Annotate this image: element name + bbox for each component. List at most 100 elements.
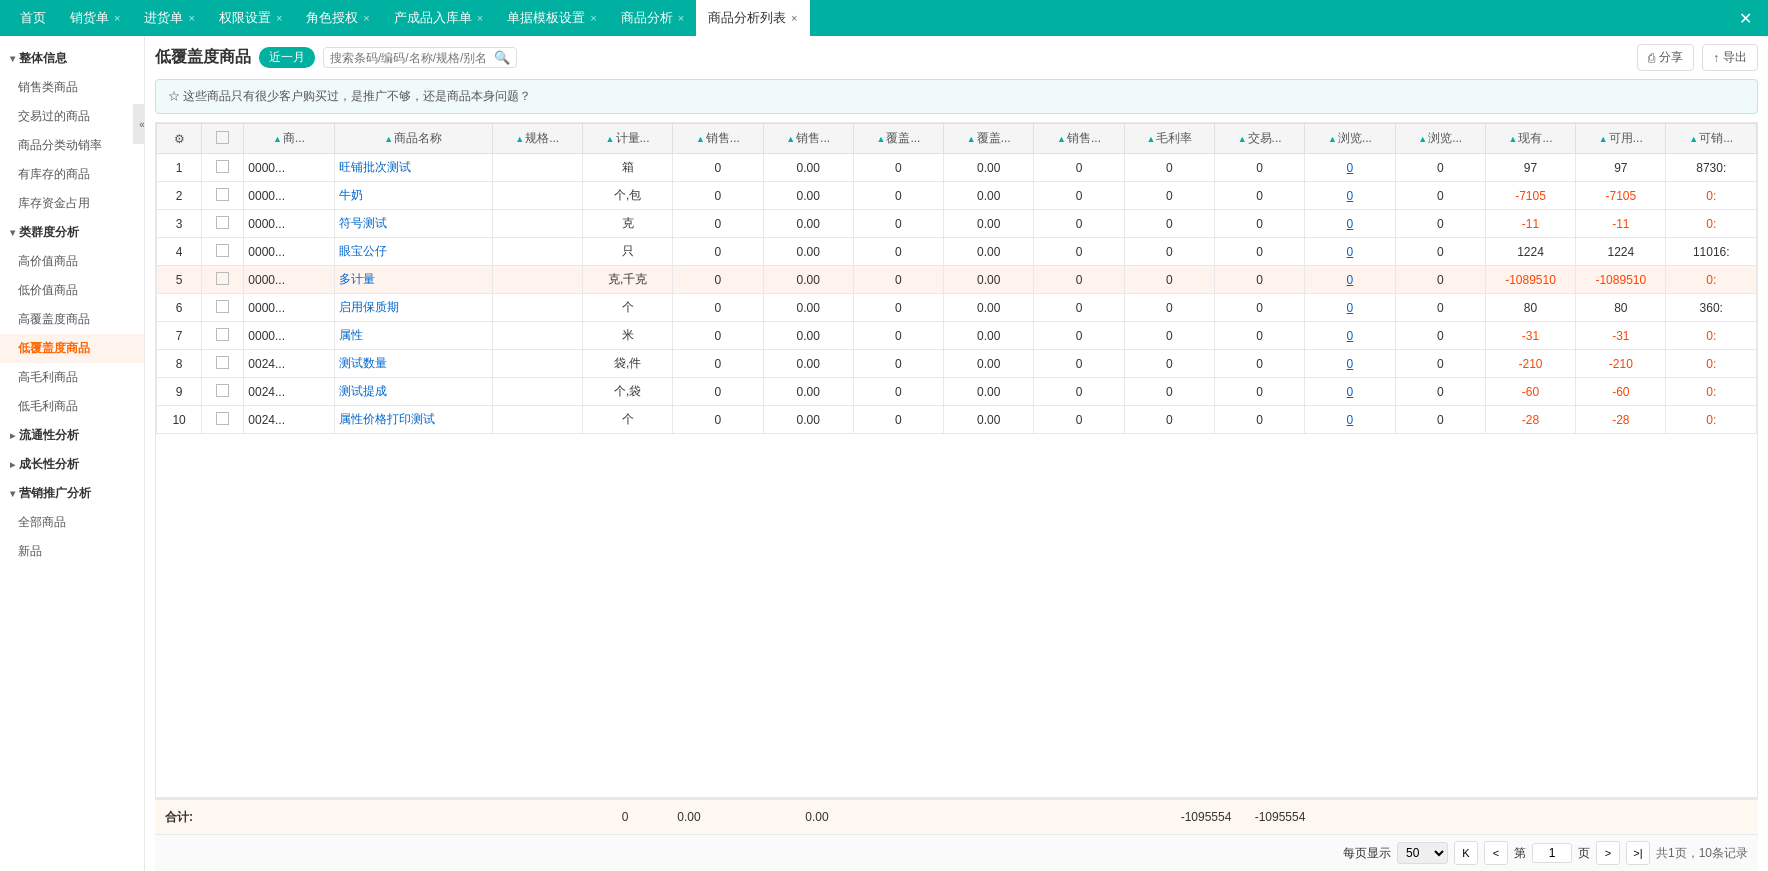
- next-page-button[interactable]: >: [1596, 841, 1620, 865]
- name-column-header[interactable]: ▲商品名称: [334, 124, 492, 154]
- row-checkbox[interactable]: [202, 322, 244, 350]
- close-icon[interactable]: ×: [188, 12, 194, 24]
- sidebar-item-instock-goods[interactable]: 有库存的商品: [0, 160, 144, 189]
- sidebar-item-category-rate[interactable]: 商品分类动销率: [0, 131, 144, 160]
- row-view1[interactable]: 0: [1305, 294, 1395, 322]
- close-icon[interactable]: ×: [276, 12, 282, 24]
- row-name[interactable]: 测试数量: [334, 350, 492, 378]
- nav-finished-goods[interactable]: 产成品入库单 ×: [382, 0, 495, 36]
- row-checkbox[interactable]: [202, 182, 244, 210]
- sales-amt-column-header[interactable]: ▲销售...: [763, 124, 853, 154]
- row-checkbox[interactable]: [202, 238, 244, 266]
- row-checkbox[interactable]: [202, 266, 244, 294]
- export-button[interactable]: ↑ 导出: [1702, 44, 1758, 71]
- sidebar-item-high-margin[interactable]: 高毛利商品: [0, 363, 144, 392]
- nav-role-auth[interactable]: 角色授权 ×: [294, 0, 381, 36]
- page-size-select[interactable]: 50 100 200: [1397, 842, 1448, 864]
- sellable-column-header[interactable]: ▲可销...: [1666, 124, 1757, 154]
- row-name[interactable]: 旺铺批次测试: [334, 154, 492, 182]
- row-view1[interactable]: 0: [1305, 266, 1395, 294]
- gross-column-header[interactable]: ▲毛利率: [1124, 124, 1214, 154]
- search-input[interactable]: [330, 51, 490, 65]
- spec-column-header[interactable]: ▲规格...: [492, 124, 582, 154]
- row-name[interactable]: 属性: [334, 322, 492, 350]
- available-column-header[interactable]: ▲可用...: [1576, 124, 1666, 154]
- select-all-checkbox[interactable]: [216, 131, 229, 144]
- table-row: 8 0024... 测试数量 袋,件 0 0.00 0 0.00 0 0 0 0…: [157, 350, 1757, 378]
- code-column-header[interactable]: ▲商...: [244, 124, 334, 154]
- row-name[interactable]: 牛奶: [334, 182, 492, 210]
- row-view1[interactable]: 0: [1305, 182, 1395, 210]
- first-page-button[interactable]: K: [1454, 841, 1478, 865]
- trade-column-header[interactable]: ▲交易...: [1214, 124, 1304, 154]
- close-icon[interactable]: ×: [678, 12, 684, 24]
- sidebar-group-cluster[interactable]: ▾ 类群度分析: [0, 218, 144, 247]
- row-checkbox[interactable]: [202, 154, 244, 182]
- sidebar-item-inventory-capital[interactable]: 库存资金占用: [0, 189, 144, 218]
- sidebar-item-low-value[interactable]: 低价值商品: [0, 276, 144, 305]
- row-checkbox[interactable]: [202, 350, 244, 378]
- checkbox-column-header[interactable]: [202, 124, 244, 154]
- sidebar-item-sales-goods[interactable]: 销售类商品: [0, 73, 144, 102]
- sidebar-item-low-margin[interactable]: 低毛利商品: [0, 392, 144, 421]
- nav-home[interactable]: 首页: [8, 0, 58, 36]
- row-view1[interactable]: 0: [1305, 406, 1395, 434]
- sidebar-group-growth[interactable]: ▸ 成长性分析: [0, 450, 144, 479]
- sales-qty-column-header[interactable]: ▲销售...: [673, 124, 763, 154]
- nav-sales-order[interactable]: 销货单 ×: [58, 0, 132, 36]
- sidebar-group-overall[interactable]: ▾ 整体信息: [0, 44, 144, 73]
- share-button[interactable]: ⎙ 分享: [1637, 44, 1694, 71]
- search-icon[interactable]: 🔍: [494, 50, 510, 65]
- nav-product-analysis-list[interactable]: 商品分析列表 ×: [696, 0, 809, 36]
- close-icon[interactable]: ×: [477, 12, 483, 24]
- sales3-column-header[interactable]: ▲销售...: [1034, 124, 1124, 154]
- sidebar-item-new-goods[interactable]: 新品: [0, 537, 144, 566]
- unit-column-header[interactable]: ▲计量...: [582, 124, 672, 154]
- sidebar-item-low-coverage[interactable]: 低覆盖度商品: [0, 334, 144, 363]
- sidebar-item-traded-goods[interactable]: 交易过的商品: [0, 102, 144, 131]
- period-button[interactable]: 近一月: [259, 47, 315, 68]
- view1-column-header[interactable]: ▲浏览...: [1305, 124, 1395, 154]
- row-checkbox[interactable]: [202, 378, 244, 406]
- coverage1-column-header[interactable]: ▲覆盖...: [853, 124, 943, 154]
- window-close-button[interactable]: ✕: [1730, 3, 1760, 33]
- row-name[interactable]: 眼宝公仔: [334, 238, 492, 266]
- row-checkbox[interactable]: [202, 294, 244, 322]
- row-view1[interactable]: 0: [1305, 322, 1395, 350]
- row-checkbox[interactable]: [202, 210, 244, 238]
- close-icon[interactable]: ×: [791, 12, 797, 24]
- sidebar-item-high-value[interactable]: 高价值商品: [0, 247, 144, 276]
- row-current: -210: [1485, 350, 1575, 378]
- sidebar-item-all-goods[interactable]: 全部商品: [0, 508, 144, 537]
- view2-column-header[interactable]: ▲浏览...: [1395, 124, 1485, 154]
- row-checkbox[interactable]: [202, 406, 244, 434]
- row-view1[interactable]: 0: [1305, 350, 1395, 378]
- nav-product-analysis[interactable]: 商品分析 ×: [609, 0, 696, 36]
- current-column-header[interactable]: ▲现有...: [1485, 124, 1575, 154]
- close-icon[interactable]: ×: [590, 12, 596, 24]
- close-icon[interactable]: ×: [114, 12, 120, 24]
- sidebar-group-marketing[interactable]: ▾ 营销推广分析: [0, 479, 144, 508]
- page-number-input[interactable]: [1532, 843, 1572, 863]
- row-name[interactable]: 启用保质期: [334, 294, 492, 322]
- sidebar-group-circulation[interactable]: ▸ 流通性分析: [0, 421, 144, 450]
- row-name[interactable]: 测试提成: [334, 378, 492, 406]
- coverage2-column-header[interactable]: ▲覆盖...: [944, 124, 1034, 154]
- row-name[interactable]: 多计量: [334, 266, 492, 294]
- last-page-button[interactable]: >|: [1626, 841, 1650, 865]
- nav-purchase-order[interactable]: 进货单 ×: [132, 0, 206, 36]
- sidebar-collapse-button[interactable]: «: [133, 104, 145, 144]
- row-view1[interactable]: 0: [1305, 210, 1395, 238]
- prev-page-button[interactable]: <: [1484, 841, 1508, 865]
- row-name[interactable]: 属性价格打印测试: [334, 406, 492, 434]
- row-view1[interactable]: 0: [1305, 378, 1395, 406]
- row-gross: 0: [1124, 266, 1214, 294]
- row-view1[interactable]: 0: [1305, 238, 1395, 266]
- row-name[interactable]: 符号测试: [334, 210, 492, 238]
- settings-column-header[interactable]: ⚙: [157, 124, 202, 154]
- sidebar-item-high-coverage[interactable]: 高覆盖度商品: [0, 305, 144, 334]
- row-view1[interactable]: 0: [1305, 154, 1395, 182]
- nav-permission-setting[interactable]: 权限设置 ×: [207, 0, 294, 36]
- close-icon[interactable]: ×: [363, 12, 369, 24]
- nav-template-setting[interactable]: 单据模板设置 ×: [495, 0, 608, 36]
